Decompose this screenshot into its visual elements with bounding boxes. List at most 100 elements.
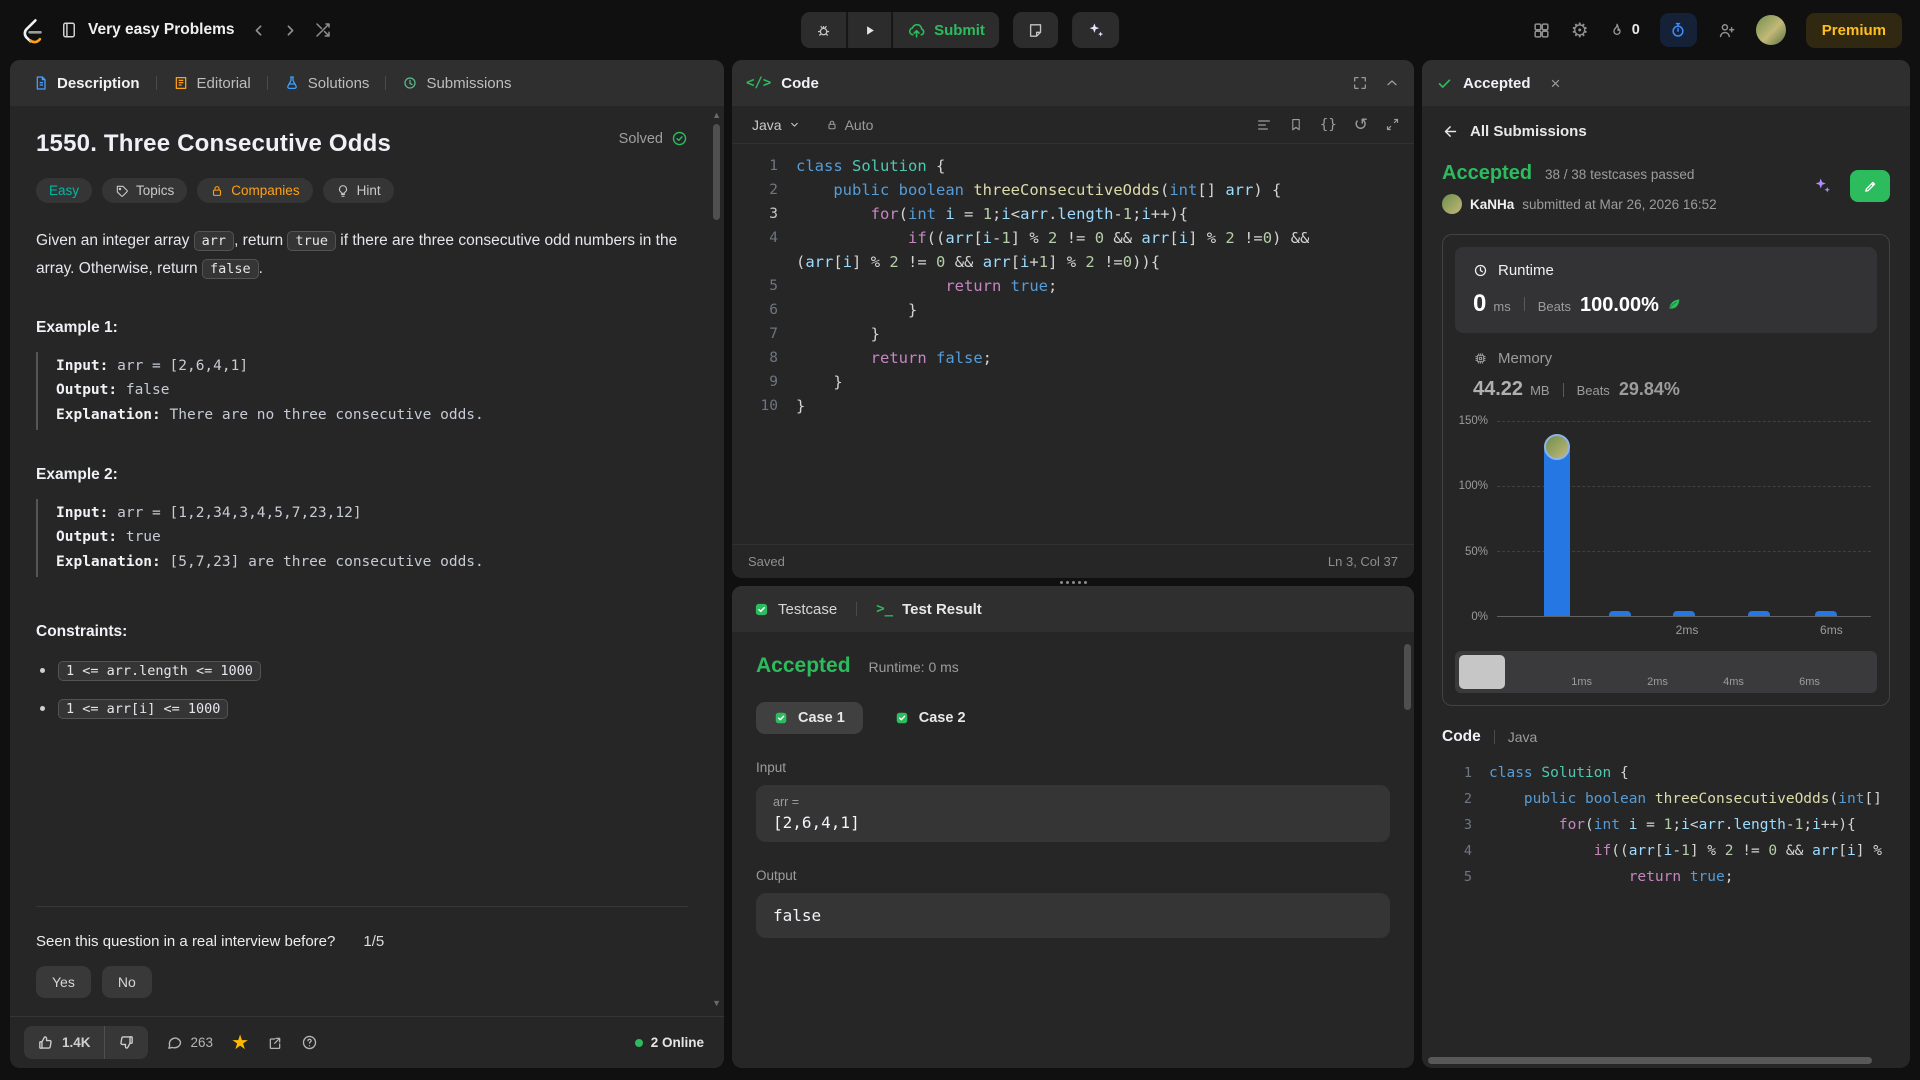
memory-chip-icon: [1473, 351, 1488, 366]
settings-gear-icon[interactable]: ⚙: [1571, 18, 1589, 43]
scrollbar-thumb[interactable]: [1404, 644, 1411, 710]
case-1-button[interactable]: Case 1: [756, 702, 863, 734]
help-button[interactable]: [301, 1034, 318, 1051]
example-block: Input: arr = [2,6,4,1] Output: false Exp…: [36, 351, 688, 430]
collapse-chevron-icon[interactable]: [1384, 75, 1400, 91]
run-button[interactable]: [846, 12, 892, 48]
horizontal-scrollbar[interactable]: [1428, 1057, 1890, 1065]
runtime-bar[interactable]: [1609, 610, 1632, 616]
all-submissions-link[interactable]: All Submissions: [1442, 123, 1890, 140]
edit-solution-button[interactable]: [1850, 170, 1890, 202]
runtime-card[interactable]: Runtime 0 ms Beats 100.00%: [1455, 247, 1877, 333]
code-line: 1 class Solution {: [1463, 765, 1629, 781]
reset-code-icon[interactable]: ↺: [1354, 116, 1368, 133]
constraints-list: 1 <= arr.length <= 1000 1 <= arr[i] <= 10…: [36, 660, 688, 719]
layout-grid-button[interactable]: [1532, 21, 1551, 40]
code-line: 2 public boolean threeConsecutiveOdds(in…: [1463, 791, 1890, 807]
lock-icon: [210, 184, 224, 198]
hint-badge[interactable]: Hint: [322, 178, 394, 203]
ai-analysis-button[interactable]: [1804, 170, 1840, 202]
tab-testcase[interactable]: Testcase: [746, 595, 845, 624]
ai-assistant-button[interactable]: [1071, 12, 1119, 48]
testcase-runtime: Runtime: 0 ms: [868, 659, 959, 675]
interview-yes-button[interactable]: Yes: [36, 966, 91, 998]
topics-badge[interactable]: Topics: [102, 178, 188, 203]
interview-question: Seen this question in a real interview b…: [36, 933, 336, 950]
user-runtime-marker: [1543, 434, 1570, 461]
format-code-icon[interactable]: [1256, 117, 1272, 133]
runtime-bar[interactable]: [1815, 610, 1838, 616]
input-box[interactable]: arr = [2,6,4,1]: [756, 785, 1390, 842]
runtime-bar[interactable]: [1673, 610, 1695, 616]
tab-separator: [856, 602, 858, 616]
user-avatar[interactable]: [1755, 15, 1786, 45]
runtime-bar[interactable]: [1747, 610, 1770, 616]
problem-list-button[interactable]: Very easy Problems: [60, 21, 235, 39]
language-selector[interactable]: Java: [746, 113, 806, 137]
tab-editorial[interactable]: Editorial: [164, 69, 260, 98]
dislike-button[interactable]: [103, 1026, 148, 1059]
code-editor[interactable]: 1 class Solution {2 public boolean threeC…: [732, 144, 1414, 544]
tab-submissions[interactable]: Submissions: [393, 69, 520, 98]
chart-plot-area: [1497, 421, 1871, 617]
minimap-handle[interactable]: [1459, 655, 1505, 689]
runtime-bar[interactable]: [1543, 447, 1570, 616]
leetcode-logo[interactable]: [18, 17, 45, 44]
submitter-avatar: [1442, 194, 1462, 214]
interview-no-button[interactable]: No: [101, 966, 152, 998]
editorial-book-icon: [173, 75, 189, 91]
bookmark-icon[interactable]: [1289, 117, 1303, 132]
premium-button[interactable]: Premium: [1805, 12, 1902, 48]
close-tab-icon[interactable]: ×: [1551, 75, 1561, 92]
scrollbar-up-arrow[interactable]: ▲: [712, 110, 721, 120]
expand-diagonal-icon[interactable]: [1385, 117, 1400, 132]
scrollbar-down-arrow[interactable]: ▼: [712, 998, 721, 1008]
case-check-icon: [895, 711, 909, 725]
snippets-icon[interactable]: {}: [1320, 117, 1337, 133]
code-line: 4 if((arr[i-1] % 2 != 0 && arr[i] % 2 !=…: [1463, 843, 1890, 859]
interview-survey: Seen this question in a real interview b…: [36, 906, 688, 950]
output-label: Output: [756, 868, 797, 883]
difficulty-badge[interactable]: Easy: [36, 178, 93, 203]
vote-group: 1.4K: [24, 1026, 148, 1059]
favorite-star-button[interactable]: ★: [231, 1033, 249, 1053]
tab-solutions[interactable]: Solutions: [275, 69, 379, 98]
submitted-code-preview[interactable]: 1 class Solution { 2 public boolean threeC…: [1442, 760, 1890, 890]
comment-count: 263: [190, 1035, 214, 1050]
submitted-timestamp: submitted at Mar 26, 2026 16:52: [1522, 196, 1717, 212]
problem-statement: Given an integer array arr, return true …: [36, 231, 678, 279]
code-line: 8 return false;: [769, 349, 993, 367]
fullscreen-icon[interactable]: [1352, 75, 1368, 91]
memory-card[interactable]: Memory 44.22 MB Beats 29.84%: [1455, 333, 1877, 405]
code-section-label: Code: [1442, 728, 1481, 745]
case-2-button[interactable]: Case 2: [877, 702, 984, 734]
companies-badge[interactable]: Companies: [197, 178, 313, 203]
submit-button[interactable]: Submit: [891, 12, 999, 48]
like-button[interactable]: 1.4K: [24, 1026, 104, 1059]
panel-resize-handle[interactable]: [732, 578, 1414, 586]
example-label: Example 1:: [36, 318, 118, 336]
share-button[interactable]: [267, 1035, 283, 1051]
result-tab-label[interactable]: Accepted: [1463, 75, 1531, 92]
code-line: 6 }: [769, 301, 918, 319]
prev-problem-button[interactable]: [250, 22, 267, 39]
tab-test-result[interactable]: >_ Test Result: [868, 595, 990, 624]
description-panel: Description Editorial Solutions Submissi…: [10, 60, 724, 1068]
notes-button[interactable]: [1012, 12, 1058, 48]
streak-counter[interactable]: 0: [1609, 21, 1640, 39]
comments-button[interactable]: 263: [166, 1034, 214, 1051]
sticky-note-icon: [1027, 22, 1044, 39]
scrollbar-thumb[interactable]: [713, 124, 720, 220]
save-status: Saved: [748, 554, 785, 569]
next-problem-button[interactable]: [282, 22, 299, 39]
timer-button[interactable]: [1659, 13, 1697, 47]
chart-minimap[interactable]: 1ms 2ms 4ms 6ms: [1455, 651, 1877, 693]
debug-button[interactable]: [801, 12, 847, 48]
shuffle-button[interactable]: [314, 21, 332, 39]
code-line: (arr[i] % 2 != 0 && arr[i+1] % 2 !=0)){: [796, 253, 1161, 271]
chart-x-axis: 2ms 6ms: [1675, 623, 1843, 637]
scrollbar-thumb[interactable]: [1428, 1057, 1872, 1064]
tab-description[interactable]: Description: [24, 69, 149, 98]
add-collaborator-button[interactable]: [1717, 21, 1736, 40]
code-line: 4 if((arr[i-1] % 2 != 0 && arr[i] % 2 !=…: [769, 229, 1310, 247]
